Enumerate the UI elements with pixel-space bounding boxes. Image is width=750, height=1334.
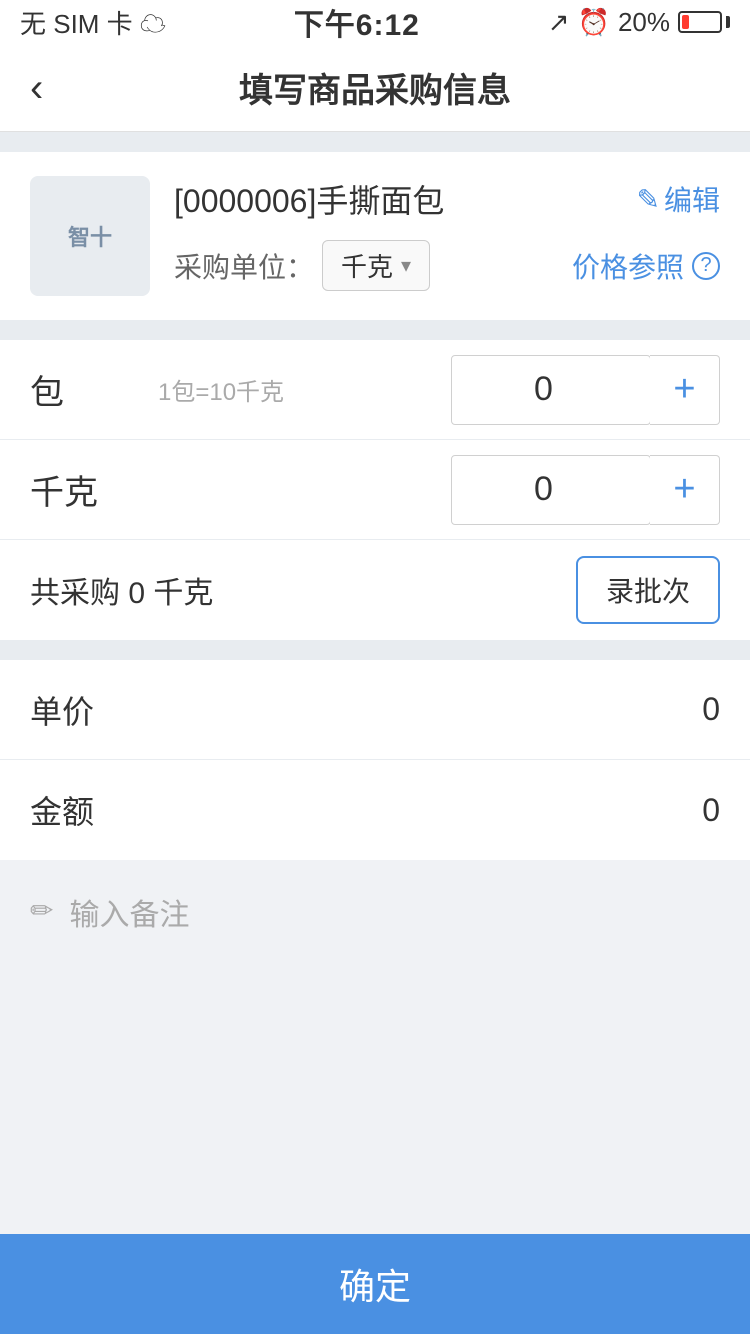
- remark-placeholder: 输入备注: [69, 890, 189, 934]
- purchase-unit-row: 采购单位： 千克 ▾ 价格参照 ?: [174, 240, 720, 291]
- price-ref-button[interactable]: 价格参照 ?: [572, 246, 720, 286]
- product-name: [0000006]手撕面包: [174, 176, 444, 222]
- unit-select[interactable]: 千克 ▾: [322, 240, 430, 291]
- bao-sub-label: 1包=10千克: [158, 372, 284, 407]
- edit-label: 编辑: [664, 179, 720, 219]
- price-ref-icon: ?: [692, 252, 720, 280]
- summary-text: 共采购 0 千克: [30, 568, 213, 612]
- kg-plus-icon: +: [673, 468, 695, 511]
- quantity-section: 包 1包=10千克 + 千克 +: [0, 340, 750, 540]
- nav-bar: ‹ 填写商品采购信息: [0, 44, 750, 132]
- bao-input-row: 包 1包=10千克 +: [0, 340, 750, 440]
- bao-label: 包: [30, 365, 150, 414]
- unit-dropdown-arrow: ▾: [401, 253, 411, 278]
- pencil-icon: ✏: [30, 894, 53, 927]
- alarm-icon: ⏰: [578, 7, 610, 38]
- kg-label: 千克: [30, 465, 150, 514]
- page-title: 填写商品采购信息: [239, 63, 511, 112]
- status-time: 下午6:12: [294, 0, 420, 44]
- product-logo-text: 智十: [68, 220, 112, 252]
- kg-qty-wrapper: +: [451, 455, 720, 525]
- bao-plus-icon: +: [673, 368, 695, 411]
- kg-plus-button[interactable]: +: [650, 455, 720, 525]
- unit-price-label: 单价: [30, 687, 94, 733]
- amount-value: 0: [702, 792, 720, 829]
- unit-price-row: 单价 0: [0, 660, 750, 760]
- price-info-section: 单价 0 金额 0: [0, 660, 750, 860]
- purchase-unit-left: 采购单位： 千克 ▾: [174, 240, 430, 291]
- summary-row: 共采购 0 千克 录批次: [0, 540, 750, 640]
- batch-button[interactable]: 录批次: [576, 556, 720, 624]
- product-header: [0000006]手撕面包 ✎ 编辑: [174, 176, 720, 222]
- confirm-button[interactable]: 确定: [0, 1234, 750, 1334]
- status-right: ↗ ⏰ 20%: [548, 7, 730, 38]
- mid-divider-2: [0, 640, 750, 660]
- status-bar: 无 SIM 卡 ☁ 下午6:12 ↗ ⏰ 20%: [0, 0, 750, 44]
- battery-percent: 20%: [618, 7, 670, 38]
- remark-section[interactable]: ✏ 输入备注: [0, 860, 750, 1160]
- product-image: 智十: [30, 176, 150, 296]
- mid-divider-1: [0, 320, 750, 340]
- top-divider: [0, 132, 750, 152]
- amount-label: 金额: [30, 787, 94, 833]
- product-card: 智十 [0000006]手撕面包 ✎ 编辑 采购单位： 千克 ▾ 价格参照 ?: [0, 152, 750, 320]
- bao-plus-button[interactable]: +: [650, 355, 720, 425]
- bao-qty-input[interactable]: [451, 355, 651, 425]
- bao-qty-wrapper: +: [451, 355, 720, 425]
- status-left: 无 SIM 卡 ☁: [20, 4, 166, 41]
- unit-price-value: 0: [702, 691, 720, 728]
- location-icon: ↗: [548, 7, 570, 38]
- back-button[interactable]: ‹: [30, 68, 43, 108]
- kg-input-row: 千克 +: [0, 440, 750, 540]
- kg-qty-input[interactable]: [451, 455, 651, 525]
- purchase-unit-label: 采购单位：: [174, 246, 314, 286]
- edit-icon: ✎: [637, 183, 660, 216]
- product-info: [0000006]手撕面包 ✎ 编辑 采购单位： 千克 ▾ 价格参照 ?: [174, 176, 720, 291]
- edit-button[interactable]: ✎ 编辑: [637, 179, 720, 219]
- amount-row: 金额 0: [0, 760, 750, 860]
- unit-value: 千克: [341, 247, 393, 284]
- price-ref-label: 价格参照: [572, 246, 684, 286]
- battery-icon: [678, 11, 730, 33]
- sim-status: 无 SIM 卡 ☁: [20, 4, 166, 41]
